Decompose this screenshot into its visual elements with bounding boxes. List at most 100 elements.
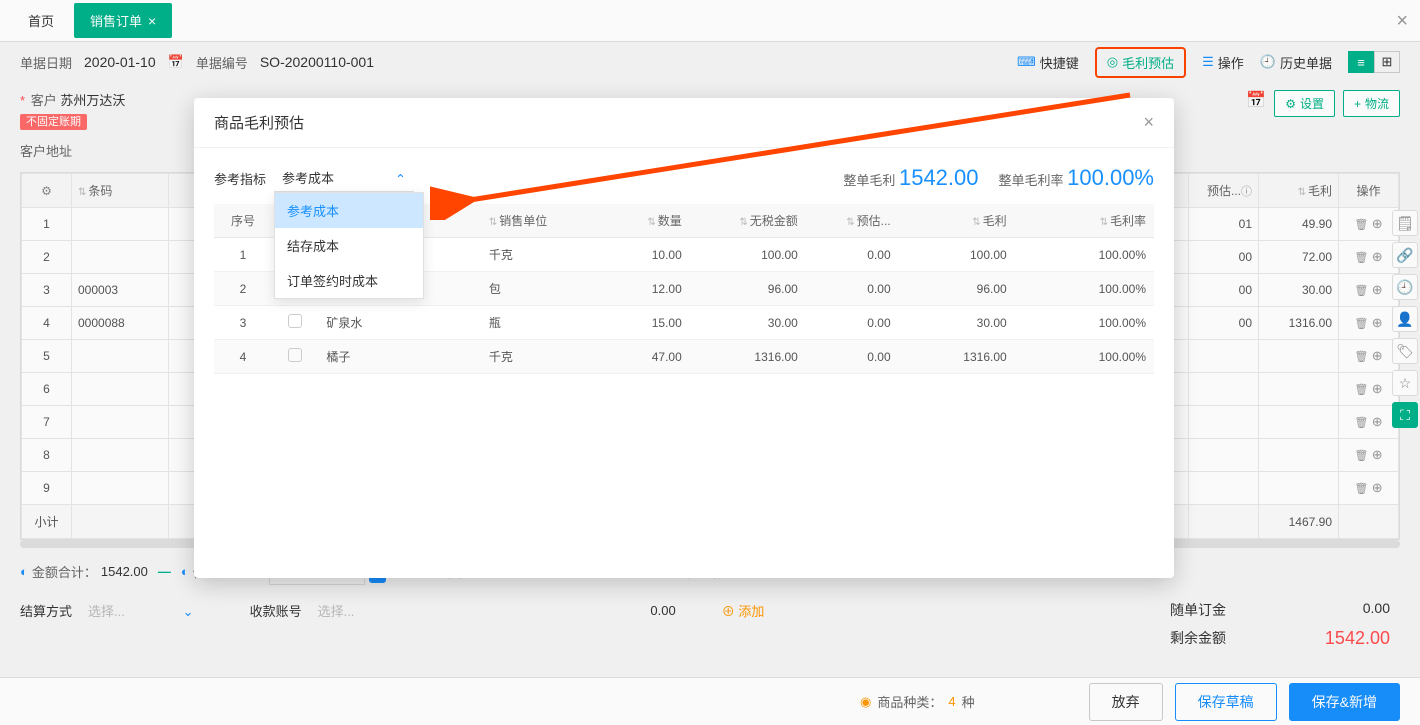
customer-field: * 客户 苏州万达沃 不固定账期	[20, 90, 125, 129]
modal-body: 参考指标 参考成本 ⌄ 参考成本结存成本订单签约时成本 整单毛利 1542.00…	[194, 148, 1174, 390]
copy-icon[interactable]	[1372, 349, 1383, 363]
copy-icon[interactable]	[1372, 481, 1383, 495]
col-profit[interactable]: 毛利	[899, 204, 1015, 238]
profit-estimate-link[interactable]: ◎毛利预估	[1095, 47, 1186, 78]
ops-link[interactable]: ☰操作	[1202, 53, 1244, 72]
col-amount[interactable]: 无税金额	[690, 204, 806, 238]
doc-label: 单据编号	[196, 53, 248, 72]
chevron-up-icon: ⌄	[395, 170, 406, 186]
copy-icon[interactable]	[1372, 316, 1383, 330]
ref-dropdown: 参考成本结存成本订单签约时成本	[274, 192, 424, 299]
gear-icon: ⚙	[1285, 97, 1296, 111]
logistics-button[interactable]: +物流	[1343, 90, 1400, 117]
copy-icon[interactable]	[1372, 448, 1383, 462]
modal-close-icon[interactable]: ×	[1143, 112, 1154, 133]
deposit-label: 随单订金	[1170, 600, 1226, 620]
col-barcode[interactable]: 条码	[72, 174, 169, 208]
view-toggle: ≡ ⊞	[1348, 51, 1400, 73]
save-new-button[interactable]: 保存&新增	[1289, 683, 1400, 721]
col-qty[interactable]: 数量	[585, 204, 689, 238]
date-label: 单据日期	[20, 53, 72, 72]
delete-icon[interactable]	[1354, 448, 1368, 462]
delete-icon[interactable]	[1354, 217, 1368, 231]
tab-sales-order[interactable]: 销售订单 ×	[74, 3, 172, 38]
table-row[interactable]: 3矿泉水瓶15.0030.000.0030.00100.00%	[214, 306, 1154, 340]
remaining-value: 1542.00	[1325, 628, 1390, 649]
side-link-icon[interactable]: 🔗	[1392, 242, 1418, 268]
side-toolbar: 🗒 🔗 🕘 👤 🏷 ☆ ⛶	[1392, 210, 1420, 428]
copy-icon[interactable]	[1372, 250, 1383, 264]
row-checkbox[interactable]	[288, 348, 302, 362]
col-idx: 序号	[214, 204, 272, 238]
modal-title: 商品毛利预估	[214, 112, 304, 133]
modal-header: 商品毛利预估 ×	[194, 98, 1174, 148]
view-list-button[interactable]: ≡	[1348, 51, 1374, 73]
col-est[interactable]: 预估...	[806, 204, 899, 238]
side-expand-icon[interactable]: ⛶	[1392, 402, 1418, 428]
keyboard-icon: ⌨	[1017, 54, 1036, 70]
total-profit-value: 1542.00	[899, 165, 979, 190]
delete-icon[interactable]	[1354, 316, 1368, 330]
view-grid-button[interactable]: ⊞	[1374, 51, 1400, 73]
copy-icon[interactable]	[1372, 415, 1383, 429]
col-ops: 操作	[1339, 174, 1399, 208]
col-gear[interactable]	[22, 174, 72, 208]
ref-select[interactable]: 参考成本 ⌄ 参考成本结存成本订单签约时成本	[274, 164, 414, 192]
table-row[interactable]: 4橘子千克47.001316.000.001316.00100.00%	[214, 340, 1154, 374]
footer-kinds: ◉ 商品种类： 4 种	[860, 692, 975, 711]
copy-icon[interactable]	[1372, 382, 1383, 396]
history-icon: 🕘	[1260, 54, 1276, 70]
settle-label: 结算方式	[20, 601, 72, 620]
tab-close-icon[interactable]: ×	[148, 13, 156, 29]
chevron-down-icon: ⌄	[183, 604, 194, 619]
side-clock-icon[interactable]: 🕘	[1392, 274, 1418, 300]
page-close-icon[interactable]: ×	[1396, 10, 1408, 33]
footer-bar: ◉ 商品种类： 4 种 放弃 保存草稿 保存&新增	[0, 677, 1420, 725]
recv-select[interactable]: 选择...	[318, 601, 355, 620]
minus-icon: —	[158, 564, 171, 579]
history-link[interactable]: 🕘历史单据	[1260, 53, 1332, 72]
header-actions: ⌨快捷键 ◎毛利预估 ☰操作 🕘历史单据 ≡ ⊞	[1017, 47, 1400, 78]
copy-icon[interactable]	[1372, 283, 1383, 297]
total-rate-value: 100.00%	[1067, 165, 1154, 190]
col-profit[interactable]: 毛利	[1259, 174, 1339, 208]
col-estimate[interactable]: 预估...	[1189, 174, 1259, 208]
recv-label: 收款账号	[250, 601, 302, 620]
delete-icon[interactable]	[1354, 349, 1368, 363]
date-value[interactable]: 2020-01-10	[84, 54, 156, 70]
side-star-icon[interactable]: ☆	[1392, 370, 1418, 396]
required-star: *	[20, 93, 25, 108]
tab-bar: 首页 销售订单 × ×	[0, 0, 1420, 42]
filter-row: 参考指标 参考成本 ⌄ 参考成本结存成本订单签约时成本 整单毛利 1542.00…	[214, 164, 1154, 192]
tab-home[interactable]: 首页	[16, 3, 66, 38]
col-rate[interactable]: 毛利率	[1015, 204, 1154, 238]
delete-icon[interactable]	[1354, 283, 1368, 297]
delete-icon[interactable]	[1354, 250, 1368, 264]
side-tag-icon[interactable]: 🏷	[1392, 338, 1418, 364]
calendar-icon[interactable]: 📅	[168, 54, 184, 70]
right-summary-box: 随单订金0.00 剩余金额1542.00	[1170, 596, 1390, 653]
side-user-icon[interactable]: 👤	[1392, 306, 1418, 332]
settings-button[interactable]: ⚙设置	[1274, 90, 1335, 117]
delete-icon[interactable]	[1354, 481, 1368, 495]
shortcut-link[interactable]: ⌨快捷键	[1017, 53, 1079, 72]
row-checkbox[interactable]	[288, 314, 302, 328]
save-draft-button[interactable]: 保存草稿	[1175, 683, 1277, 721]
recv-amount[interactable]: 0.00	[650, 603, 675, 618]
customer-right-buttons: 📅 ⚙设置 +物流	[1246, 90, 1400, 117]
dropdown-option[interactable]: 订单签约时成本	[275, 263, 423, 298]
side-note-icon[interactable]: 🗒	[1392, 210, 1418, 236]
delete-icon[interactable]	[1354, 415, 1368, 429]
delete-icon[interactable]	[1354, 382, 1368, 396]
customer-value[interactable]: 苏州万达沃	[60, 93, 125, 108]
copy-icon[interactable]	[1372, 217, 1383, 231]
add-link[interactable]: ⊕ 添加	[722, 601, 765, 620]
dropdown-option[interactable]: 结存成本	[275, 228, 423, 263]
discard-button[interactable]: 放弃	[1089, 683, 1163, 721]
coupon-icon: ◐	[181, 564, 189, 579]
calendar-icon-right[interactable]: 📅	[1246, 90, 1266, 117]
list-icon: ☰	[1202, 54, 1214, 70]
col-unit[interactable]: 销售单位	[481, 204, 585, 238]
settle-select[interactable]: 选择... ⌄	[88, 601, 194, 620]
dropdown-option[interactable]: 参考成本	[275, 193, 423, 228]
